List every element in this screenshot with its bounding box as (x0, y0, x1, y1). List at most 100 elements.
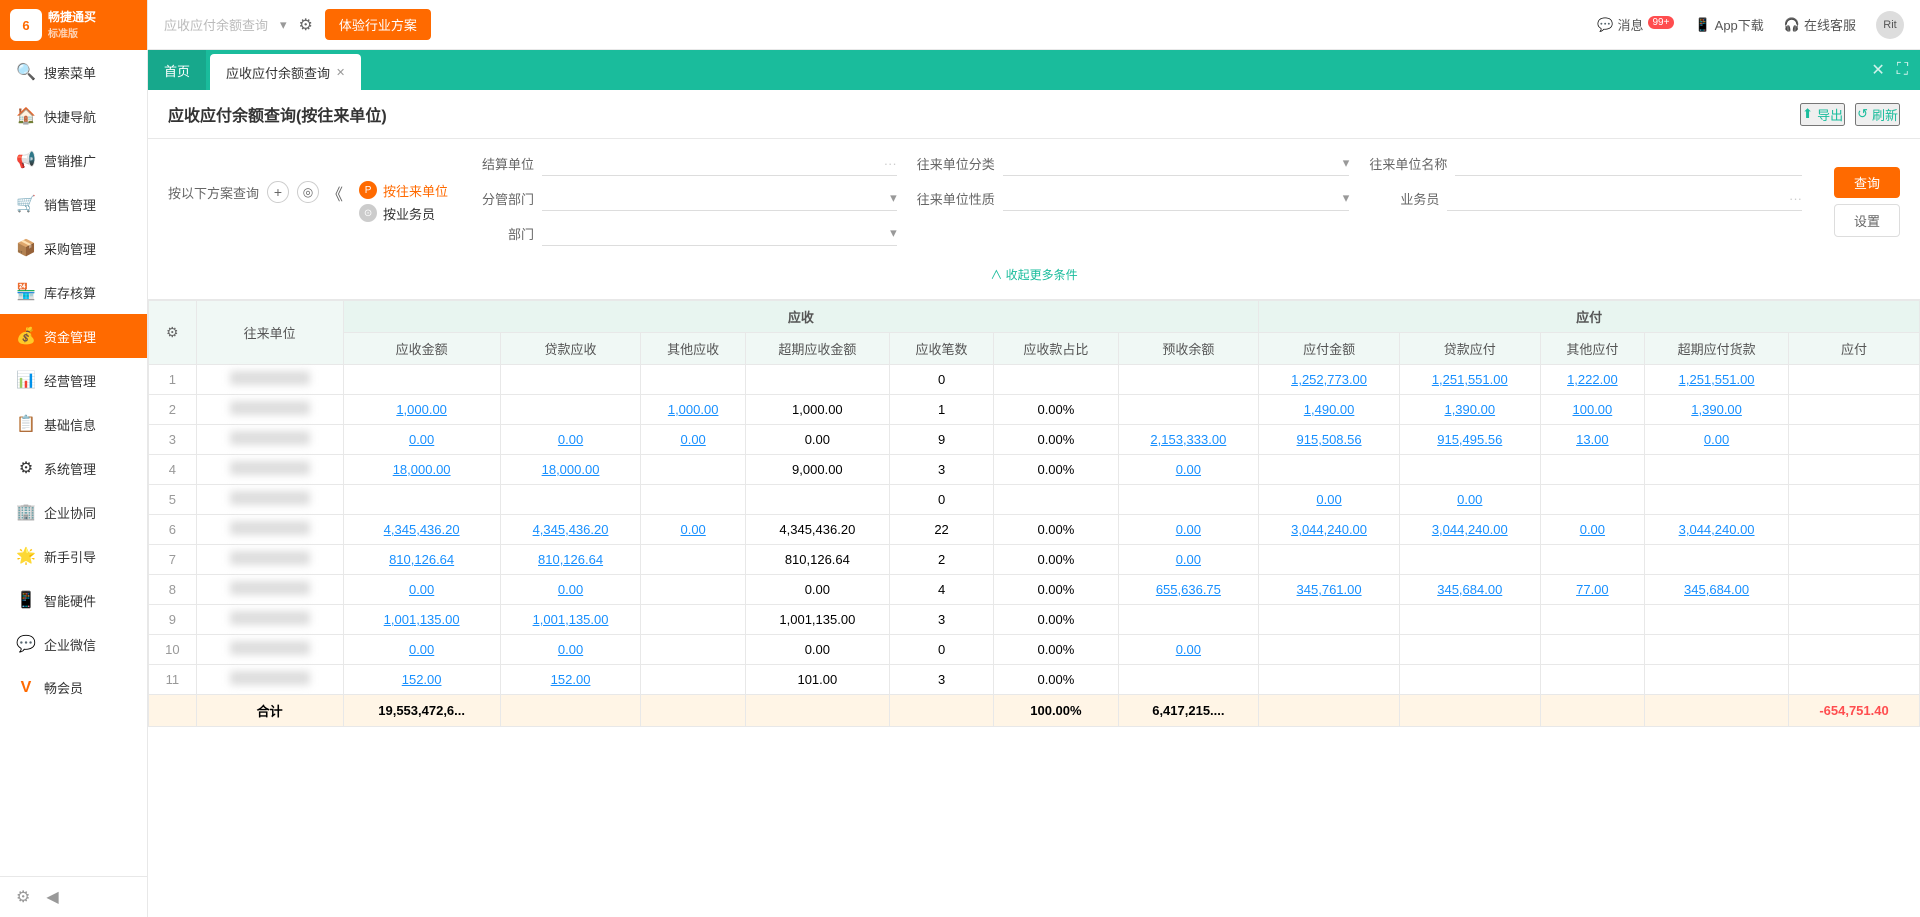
salesperson-input[interactable]: ··· (1447, 187, 1802, 211)
table-row: 30.000.000.000.0090.00%2,153,333.00915,5… (149, 425, 1920, 455)
filter-add-button[interactable]: + (267, 181, 289, 203)
user-avatar[interactable]: Rit (1876, 11, 1904, 39)
col-ar-other: 其他应收 (641, 333, 746, 365)
table-row: 418,000.0018,000.009,000.0030.00%0.00 (149, 455, 1920, 485)
sidebar-item-label: 企业微信 (44, 635, 96, 654)
settlement-unit-label: 结算单位 (464, 154, 534, 173)
dept-select[interactable]: ▾ (542, 186, 897, 211)
mode-inactive-icon: ⊙ (359, 204, 377, 222)
total-settings (149, 695, 197, 727)
tab-home[interactable]: 首页 (148, 50, 206, 90)
salesperson-label: 业务员 (1369, 189, 1439, 208)
sidebar-item-label: 采购管理 (44, 239, 96, 258)
sidebar: 6 畅捷通买 标准版 🔍 搜索菜单 🏠 快捷导航 📢 营销推广 🛒 销售管理 📦… (0, 0, 148, 917)
sidebar-item-inventory[interactable]: 🏪 库存核算 (0, 270, 147, 314)
sidebar-item-label: 营销推广 (44, 151, 96, 170)
sidebar-item-label: 销售管理 (44, 195, 96, 214)
table-row: 21,000.001,000.001,000.0010.00%1,490.001… (149, 395, 1920, 425)
refresh-button[interactable]: ↺ 刷新 (1855, 103, 1900, 126)
breadcrumb-dropdown[interactable]: ▾ (280, 17, 287, 33)
page-title: 应收应付余额查询(按往来单位) (168, 102, 387, 126)
sidebar-item-weixin[interactable]: 💬 企业微信 (0, 622, 147, 666)
app-download-icon: 📱 (1694, 17, 1710, 33)
col-ar-overdue: 超期应收金额 (745, 333, 889, 365)
logo-name: 畅捷通买 (48, 10, 96, 26)
sidebar-item-search-menu[interactable]: 🔍 搜索菜单 (0, 50, 147, 94)
partner-name-label: 往来单位名称 (1369, 154, 1447, 173)
table-settings-icon[interactable]: ⚙ (166, 324, 179, 340)
tab-bar: 首页 应收应付余额查询 ✕ ✕ ⛶ (148, 50, 1920, 90)
sidebar-item-label: 智能硬件 (44, 591, 96, 610)
user-name: Rit (1883, 19, 1896, 31)
total-ar-amount: 19,553,472,6... (343, 695, 500, 727)
funds-icon: 💰 (16, 326, 36, 346)
partner-category-select[interactable]: ▾ (1003, 151, 1350, 176)
sidebar-footer: ⚙ ◀ (0, 876, 147, 917)
sidebar-item-basic-info[interactable]: 📋 基础信息 (0, 402, 147, 446)
filter-buttons: 查询 设置 (1834, 167, 1900, 237)
table-row: 11152.00152.00101.0030.00% (149, 665, 1920, 695)
sidebar-item-label: 资金管理 (44, 327, 96, 346)
filter-collapse-button[interactable]: 《 (327, 181, 343, 205)
settings-col-header[interactable]: ⚙ (149, 301, 197, 365)
logo-badge: 标准版 (48, 25, 96, 40)
sidebar-item-funds[interactable]: 💰 资金管理 (0, 314, 147, 358)
sidebar-item-system[interactable]: ⚙ 系统管理 (0, 446, 147, 490)
settings-gear-icon[interactable]: ⚙ (299, 15, 313, 35)
tab-close-button[interactable]: ✕ (1871, 60, 1884, 80)
sidebar-item-guide[interactable]: 🌟 新手引导 (0, 534, 147, 578)
app-header: 应收应付余额查询 ▾ ⚙ 体验行业方案 💬 消息 99+ 📱 App下载 🎧 在… (148, 0, 1920, 50)
sidebar-item-member[interactable]: V 畅会员 (0, 666, 147, 709)
refresh-label: 刷新 (1872, 105, 1898, 124)
online-service-icon: 🎧 (1784, 17, 1800, 33)
filter-reset-button[interactable]: ◎ (297, 181, 319, 203)
sidebar-item-label: 快捷导航 (44, 107, 96, 126)
tab-expand-button[interactable]: ⛶ (1897, 61, 1908, 79)
collapse-bar[interactable]: ∧ 收起更多条件 (168, 262, 1900, 287)
refresh-icon: ↺ (1857, 106, 1868, 122)
app-download-button[interactable]: 📱 App下载 (1694, 15, 1763, 34)
sidebar-item-operations[interactable]: 📊 经营管理 (0, 358, 147, 402)
department-select[interactable]: ▾ (542, 221, 897, 246)
sidebar-settings-icon[interactable]: ⚙ (16, 887, 30, 907)
sidebar-item-marketing[interactable]: 📢 营销推广 (0, 138, 147, 182)
total-ar-ratio: 100.00% (994, 695, 1118, 727)
partner-name-input[interactable] (1455, 152, 1802, 176)
filter-mode-by-salesperson[interactable]: ⊙ 按业务员 (359, 204, 448, 223)
table-area[interactable]: ⚙ 往来单位 应收 应付 应收金额 贷款应收 其他应收 超期应收金额 应收笔数 … (148, 300, 1920, 917)
filter-field-partner-nature: 往来单位性质 ▾ (917, 186, 1350, 211)
filter-row-1: 结算单位 ··· 往来单位分类 ▾ 往来单位名称 (464, 151, 1802, 176)
member-icon: V (16, 679, 36, 697)
settings-button[interactable]: 设置 (1834, 204, 1900, 237)
partner-nature-select[interactable]: ▾ (1003, 186, 1350, 211)
online-service-button[interactable]: 🎧 在线客服 (1784, 15, 1856, 34)
filter-mode-by-partner[interactable]: P 按往来单位 (359, 181, 448, 200)
sidebar-item-purchase[interactable]: 📦 采购管理 (0, 226, 147, 270)
promo-button[interactable]: 体验行业方案 (325, 9, 431, 40)
tab-close-icon[interactable]: ✕ (336, 66, 345, 79)
page-header: 应收应付余额查询(按往来单位) ⬆ 导出 ↺ 刷新 (148, 90, 1920, 139)
system-icon: ⚙ (16, 458, 36, 478)
sidebar-collapse-icon[interactable]: ◀ (46, 887, 58, 907)
dept-label: 分管部门 (464, 189, 534, 208)
sidebar-item-label: 企业协同 (44, 503, 96, 522)
table-total-row: 合计 19,553,472,6... 100.00% 6,417,215....… (149, 695, 1920, 727)
sidebar-item-quick-nav[interactable]: 🏠 快捷导航 (0, 94, 147, 138)
tab-bar-actions: ✕ ⛶ (1859, 50, 1920, 90)
query-button[interactable]: 查询 (1834, 167, 1900, 198)
dropdown-arrow-icon: ▾ (280, 17, 287, 33)
settlement-unit-input[interactable]: ··· (542, 152, 897, 176)
messages-button[interactable]: 💬 消息 99+ (1597, 15, 1674, 34)
col-ar-prepay: 预收余额 (1118, 333, 1259, 365)
online-service-label: 在线客服 (1804, 15, 1856, 34)
filter-row-2: 分管部门 ▾ 往来单位性质 ▾ 业务员 ··· (464, 186, 1802, 211)
sidebar-item-enterprise[interactable]: 🏢 企业协同 (0, 490, 147, 534)
sidebar-item-smart-hw[interactable]: 📱 智能硬件 (0, 578, 147, 622)
partner-category-label: 往来单位分类 (917, 154, 995, 173)
col-ar-loan: 贷款应收 (500, 333, 641, 365)
export-icon: ⬆ (1802, 106, 1813, 122)
sidebar-item-sales[interactable]: 🛒 销售管理 (0, 182, 147, 226)
tab-ar-query[interactable]: 应收应付余额查询 ✕ (210, 54, 361, 90)
sidebar-item-label: 经营管理 (44, 371, 96, 390)
export-button[interactable]: ⬆ 导出 (1800, 103, 1845, 126)
